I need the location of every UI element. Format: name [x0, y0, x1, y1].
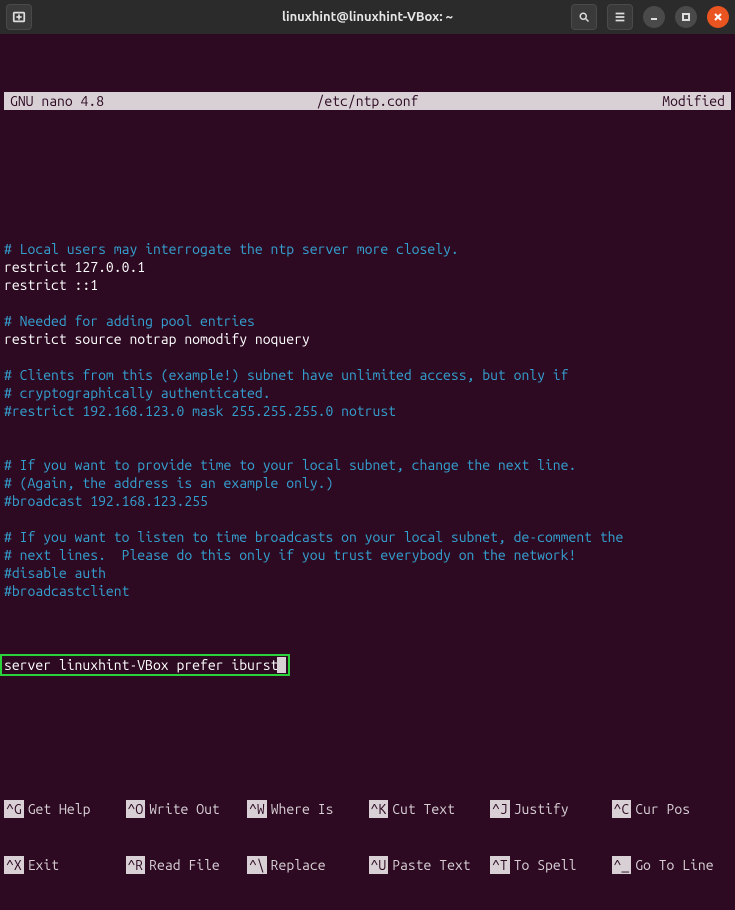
maximize-button[interactable] — [675, 6, 697, 28]
editor-line[interactable]: # If you want to listen to time broadcas… — [4, 528, 731, 546]
nano-shortcut-bar: ^GGet Help^OWrite Out^WWhere Is^KCut Tex… — [4, 798, 731, 818]
shortcut-label: Paste Text — [392, 856, 470, 874]
shortcut-label: Read File — [149, 856, 220, 874]
marked-text: server linuxhint-VBox prefer iburst — [4, 657, 278, 673]
shortcut-key: ^G — [4, 800, 24, 818]
shortcut-item[interactable]: ^WWhere Is — [247, 800, 367, 818]
maximize-icon — [681, 12, 691, 22]
editor-line[interactable]: # Local users may interrogate the ntp se… — [4, 240, 731, 258]
nano-header: GNU nano 4.8 /etc/ntp.conf Modified — [4, 92, 731, 110]
editor-line[interactable]: # cryptographically authenticated. — [4, 384, 731, 402]
nano-version: GNU nano 4.8 — [4, 92, 244, 110]
nano-status: Modified — [491, 92, 731, 110]
shortcut-key: ^W — [247, 800, 267, 818]
menu-button[interactable] — [607, 4, 633, 30]
close-icon — [713, 12, 723, 22]
shortcut-key: ^\ — [247, 856, 267, 874]
search-button[interactable] — [571, 4, 597, 30]
editor-content[interactable]: # Local users may interrogate the ntp se… — [4, 240, 731, 600]
shortcut-item[interactable]: ^KCut Text — [369, 800, 489, 818]
shortcut-item[interactable]: ^_Go To Line — [612, 856, 732, 874]
search-icon — [578, 11, 590, 23]
minimize-icon — [649, 12, 659, 22]
editor-line[interactable]: restrict source notrap nomodify noquery — [4, 330, 731, 348]
editor-line[interactable]: # Needed for adding pool entries — [4, 312, 731, 330]
editor-line[interactable]: # Clients from this (example!) subnet ha… — [4, 366, 731, 384]
editor-line[interactable] — [4, 420, 731, 438]
editor-line[interactable]: # (Again, the address is an example only… — [4, 474, 731, 492]
shortcut-label: Replace — [271, 856, 326, 874]
editor-line[interactable] — [4, 294, 731, 312]
shortcut-item[interactable]: ^JJustify — [490, 800, 610, 818]
minimize-button[interactable] — [643, 6, 665, 28]
new-tab-button[interactable] — [6, 4, 32, 30]
shortcut-item[interactable]: ^OWrite Out — [126, 800, 246, 818]
shortcut-key: ^U — [369, 856, 389, 874]
shortcut-label: Justify — [514, 800, 569, 818]
editor-line[interactable]: #broadcast 192.168.123.255 — [4, 492, 731, 510]
shortcut-label: Cur Pos — [635, 800, 690, 818]
shortcut-item[interactable]: ^RRead File — [126, 856, 246, 874]
nano-filepath: /etc/ntp.conf — [244, 92, 491, 110]
window-titlebar: linuxhint@linuxhint-VBox: ~ — [0, 0, 735, 34]
shortcut-key: ^O — [126, 800, 146, 818]
shortcut-key: ^T — [490, 856, 510, 874]
shortcut-item[interactable]: ^UPaste Text — [369, 856, 489, 874]
shortcut-key: ^C — [612, 800, 632, 818]
editor-line[interactable]: #broadcastclient — [4, 582, 731, 600]
shortcut-label: Cut Text — [392, 800, 455, 818]
shortcut-item[interactable]: ^GGet Help — [4, 800, 124, 818]
editor-marked-line[interactable]: server linuxhint-VBox prefer iburst — [4, 654, 731, 672]
shortcut-key: ^J — [490, 800, 510, 818]
close-button[interactable] — [707, 6, 729, 28]
shortcut-item[interactable]: ^CCur Pos — [612, 800, 732, 818]
shortcut-key: ^X — [4, 856, 24, 874]
shortcut-label: To Spell — [514, 856, 577, 874]
shortcut-label: Write Out — [149, 800, 220, 818]
editor-line[interactable]: restrict ::1 — [4, 276, 731, 294]
shortcut-key: ^_ — [612, 856, 632, 874]
shortcut-label: Where Is — [271, 800, 334, 818]
editor-line[interactable] — [4, 438, 731, 456]
shortcut-item[interactable]: ^\Replace — [247, 856, 367, 874]
shortcut-label: Exit — [28, 856, 59, 874]
new-tab-icon — [12, 10, 26, 24]
shortcut-item[interactable]: ^TTo Spell — [490, 856, 610, 874]
editor-line[interactable]: # If you want to provide time to your lo… — [4, 456, 731, 474]
editor-line[interactable]: # next lines. Please do this only if you… — [4, 546, 731, 564]
shortcut-label: Go To Line — [635, 856, 713, 874]
editor-line[interactable] — [4, 510, 731, 528]
shortcut-label: Get Help — [28, 800, 91, 818]
hamburger-icon — [613, 10, 627, 24]
nano-shortcut-bar-2: ^XExit^RRead File^\Replace^UPaste Text^T… — [4, 854, 731, 874]
editor-line[interactable] — [4, 348, 731, 366]
terminal-area[interactable]: GNU nano 4.8 /etc/ntp.conf Modified # Lo… — [0, 34, 735, 516]
editor-line[interactable]: #restrict 192.168.123.0 mask 255.255.255… — [4, 402, 731, 420]
shortcut-key: ^R — [126, 856, 146, 874]
text-cursor — [277, 657, 286, 673]
shortcut-key: ^K — [369, 800, 389, 818]
editor-line[interactable]: restrict 127.0.0.1 — [4, 258, 731, 276]
editor-line[interactable]: #disable auth — [4, 564, 731, 582]
shortcut-item[interactable]: ^XExit — [4, 856, 124, 874]
